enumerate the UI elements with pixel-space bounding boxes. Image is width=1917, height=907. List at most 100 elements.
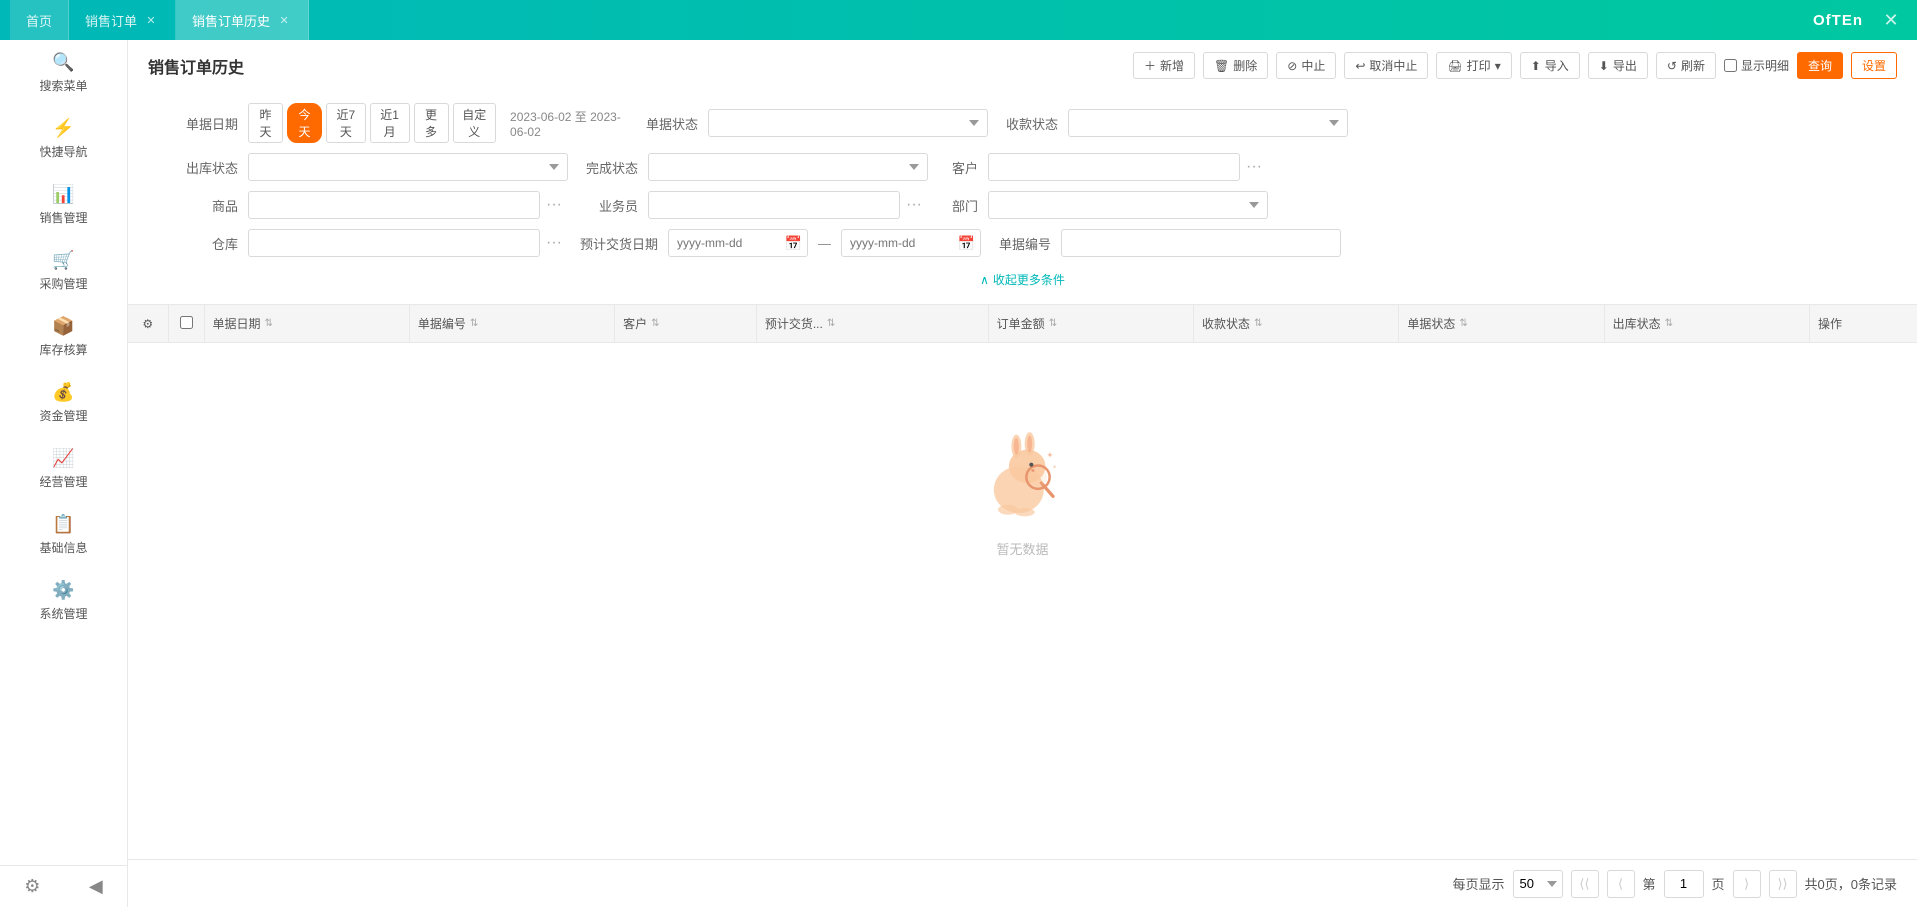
sidebar-item-basic-info[interactable]: 📋 基础信息 bbox=[0, 502, 127, 568]
last-page-btn[interactable]: ⟩⟩ bbox=[1769, 870, 1797, 898]
tab-home-label: 首页 bbox=[26, 11, 52, 30]
date-btn-1month[interactable]: 近1月 bbox=[370, 103, 410, 143]
tab-sales-order-history[interactable]: 销售订单历史 ✕ bbox=[176, 0, 309, 40]
sidebar-item-sales[interactable]: 📊 销售管理 bbox=[0, 172, 127, 238]
date-btn-custom[interactable]: 自定义 bbox=[453, 103, 497, 143]
tab-sales-order[interactable]: 销售订单 ✕ bbox=[69, 0, 176, 40]
out-status-select[interactable] bbox=[248, 153, 568, 181]
stop-button[interactable]: ⊘ 中止 bbox=[1276, 52, 1336, 79]
goods-dots-btn[interactable]: ··· bbox=[540, 196, 568, 214]
bill-no-input[interactable] bbox=[1061, 229, 1341, 257]
svg-text:✦: ✦ bbox=[1046, 450, 1053, 460]
department-select[interactable] bbox=[988, 191, 1268, 219]
page-input[interactable] bbox=[1664, 870, 1704, 898]
th-action-label: 操作 bbox=[1818, 317, 1842, 331]
sidebar-item-operations[interactable]: 📈 经营管理 bbox=[0, 436, 127, 502]
date-btn-today[interactable]: 今天 bbox=[287, 103, 322, 143]
sidebar-item-system[interactable]: ⚙️ 系统管理 bbox=[0, 568, 127, 634]
th-date[interactable]: 单据日期 ⇅ bbox=[204, 305, 409, 343]
sidebar-item-inventory-label: 库存核算 bbox=[39, 341, 87, 358]
export-button[interactable]: ⬇ 导出 bbox=[1588, 52, 1648, 79]
th-action: 操作 bbox=[1809, 305, 1917, 343]
th-settings[interactable]: ⚙ bbox=[128, 305, 168, 343]
tab-home[interactable]: 首页 bbox=[10, 0, 69, 40]
print-button[interactable]: 🖨 打印 ▾ bbox=[1436, 52, 1511, 79]
th-out-status[interactable]: 出库状态 ⇅ bbox=[1604, 305, 1809, 343]
date-btn-yesterday[interactable]: 昨天 bbox=[248, 103, 283, 143]
collapse-label: 收起更多条件 bbox=[993, 271, 1065, 288]
th-receipt-status-label: 收款状态 bbox=[1202, 315, 1250, 332]
th-bill-no-label: 单据编号 bbox=[418, 315, 466, 332]
search-button[interactable]: 查询 bbox=[1797, 52, 1843, 79]
salesperson-dots-btn[interactable]: ··· bbox=[900, 196, 928, 214]
date-quick-btns: 昨天 今天 近7天 近1月 更多 自定义 bbox=[248, 103, 496, 143]
empty-illustration: ✦ ✦ bbox=[973, 423, 1073, 523]
brand-name: OfTEn bbox=[1813, 12, 1863, 29]
th-bill-no[interactable]: 单据编号 ⇅ bbox=[409, 305, 614, 343]
filter-area: 单据日期 昨天 今天 近7天 近1月 更多 自定义 2023-06-02 至 2… bbox=[148, 91, 1897, 304]
warehouse-dots-btn[interactable]: ··· bbox=[540, 234, 568, 252]
next-page-btn[interactable]: ⟩ bbox=[1733, 870, 1761, 898]
per-page-select[interactable]: 10 20 50 100 bbox=[1513, 870, 1563, 898]
th-order-amount[interactable]: 订单金额 ⇅ bbox=[988, 305, 1193, 343]
filter-row-1: 单据日期 昨天 今天 近7天 近1月 更多 自定义 2023-06-02 至 2… bbox=[148, 103, 1897, 143]
window-close-button[interactable]: ✕ bbox=[1875, 4, 1907, 36]
sidebar-item-search[interactable]: 🔍 搜索菜单 bbox=[0, 40, 127, 106]
collapse-row[interactable]: ∧ 收起更多条件 bbox=[148, 267, 1897, 292]
sort-date-icon: ⇅ bbox=[265, 318, 273, 329]
calendar-end-icon: 📅 bbox=[958, 235, 975, 252]
th-customer[interactable]: 客户 ⇅ bbox=[615, 305, 757, 343]
prev-page-btn[interactable]: ⟨ bbox=[1607, 870, 1635, 898]
tab-sales-order-label: 销售订单 bbox=[85, 11, 137, 30]
delete-button[interactable]: 🗑 删除 bbox=[1203, 52, 1268, 79]
salesperson-input[interactable] bbox=[648, 191, 900, 219]
settings-button[interactable]: 设置 bbox=[1851, 52, 1897, 79]
out-status-label: 出库状态 bbox=[148, 158, 248, 177]
import-button[interactable]: ⬆ 导入 bbox=[1520, 52, 1580, 79]
th-date-label: 单据日期 bbox=[213, 315, 261, 332]
goods-input[interactable] bbox=[248, 191, 540, 219]
tab-sales-order-history-close[interactable]: ✕ bbox=[276, 12, 292, 28]
date-label: 单据日期 bbox=[148, 114, 248, 133]
tab-sales-order-close[interactable]: ✕ bbox=[143, 12, 159, 28]
sort-receipt-status-icon: ⇅ bbox=[1254, 318, 1262, 329]
settings-bottom-icon[interactable]: ⚙ bbox=[24, 876, 40, 897]
cancel-stop-button[interactable]: ↩ 取消中止 bbox=[1344, 52, 1428, 79]
th-receipt-status[interactable]: 收款状态 ⇅ bbox=[1194, 305, 1399, 343]
new-button[interactable]: ＋ 新增 bbox=[1133, 52, 1195, 79]
sidebar-item-purchase[interactable]: 🛒 采购管理 bbox=[0, 238, 127, 304]
bill-status-select[interactable] bbox=[708, 109, 988, 137]
receipt-status-select-wrap bbox=[1068, 109, 1348, 137]
select-all-checkbox[interactable] bbox=[180, 316, 193, 329]
import-icon: ⬆ bbox=[1531, 59, 1541, 73]
customer-dots-btn[interactable]: ··· bbox=[1240, 158, 1268, 176]
print-dropdown-icon: ▾ bbox=[1495, 59, 1501, 73]
sidebar-item-quick-nav[interactable]: ⚡ 快捷导航 bbox=[0, 106, 127, 172]
out-status-select-wrap bbox=[248, 153, 568, 181]
date-btn-7days[interactable]: 近7天 bbox=[326, 103, 366, 143]
th-bill-status[interactable]: 单据状态 ⇅ bbox=[1399, 305, 1604, 343]
sort-delivery-date-icon: ⇅ bbox=[827, 318, 835, 329]
customer-input[interactable] bbox=[988, 153, 1240, 181]
system-icon: ⚙️ bbox=[52, 580, 74, 601]
collapse-icon: ∧ bbox=[980, 273, 989, 287]
department-select-wrap bbox=[988, 191, 1268, 219]
collapse-bottom-icon[interactable]: ◀ bbox=[89, 876, 103, 897]
delete-icon: 🗑 bbox=[1214, 59, 1229, 73]
delivery-date-label: 预计交货日期 bbox=[568, 234, 668, 253]
first-page-btn[interactable]: ⟨⟨ bbox=[1571, 870, 1599, 898]
th-delivery-date[interactable]: 预计交货... ⇅ bbox=[756, 305, 988, 343]
footer: 每页显示 10 20 50 100 ⟨⟨ ⟨ 第 页 ⟩ ⟩⟩ 共0页，0条记录 bbox=[128, 859, 1917, 907]
sidebar-item-inventory[interactable]: 📦 库存核算 bbox=[0, 304, 127, 370]
show-detail-checkbox[interactable] bbox=[1724, 59, 1737, 72]
receipt-status-select[interactable] bbox=[1068, 109, 1348, 137]
warehouse-input[interactable] bbox=[248, 229, 540, 257]
refresh-button[interactable]: ↺ 刷新 bbox=[1656, 52, 1716, 79]
th-customer-label: 客户 bbox=[623, 315, 647, 332]
sidebar-item-sales-label: 销售管理 bbox=[39, 209, 87, 226]
complete-status-select[interactable] bbox=[648, 153, 928, 181]
show-detail-checkbox-label[interactable]: 显示明细 bbox=[1724, 57, 1789, 74]
sidebar-item-finance[interactable]: 💰 资金管理 bbox=[0, 370, 127, 436]
date-btn-more[interactable]: 更多 bbox=[414, 103, 449, 143]
per-page-label: 每页显示 bbox=[1452, 874, 1504, 893]
